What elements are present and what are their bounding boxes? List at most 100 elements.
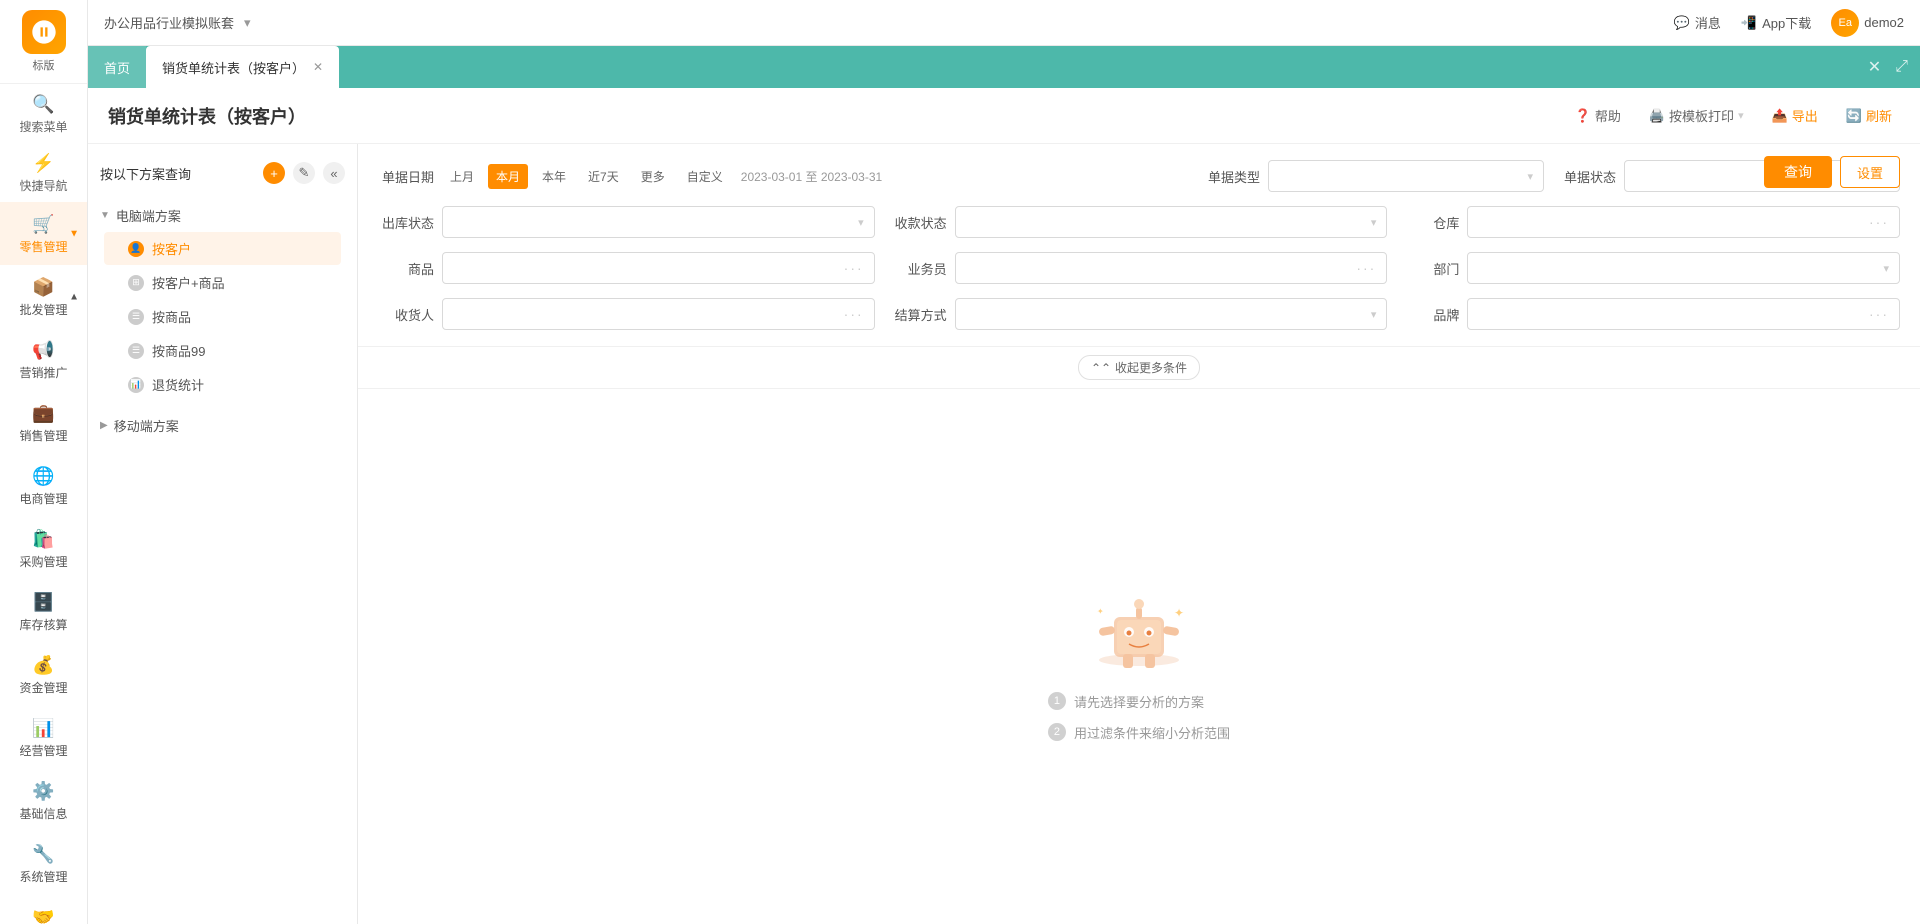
filter-item-department: 部门 ▾ xyxy=(1403,252,1900,284)
receiver-dots-icon: ··· xyxy=(844,306,864,322)
marketing-label: 营销推广 xyxy=(19,364,67,381)
collapse-button[interactable]: ⌃⌃ 收起更多条件 xyxy=(1078,355,1200,380)
goods-control[interactable]: ··· xyxy=(442,252,875,284)
tree-item-goods99[interactable]: ☰ 按商品99 xyxy=(104,334,341,367)
department-control[interactable]: ▾ xyxy=(1467,252,1900,284)
wholesale-arrow-icon: ▲ xyxy=(69,291,79,302)
avatar-text: Ea xyxy=(1839,17,1852,29)
sidebar-item-marketing[interactable]: 📢 营销推广 xyxy=(0,328,87,391)
filter-area: 单据日期 上月 本月 本年 近7天 更多 自定义 2023-03-01 至 20… xyxy=(358,144,1920,347)
brand-control[interactable]: ··· xyxy=(1467,298,1900,330)
settings-button[interactable]: 设置 xyxy=(1840,156,1900,188)
sidebar-item-finance[interactable]: 💰 资金管理 xyxy=(0,643,87,706)
sidebar-item-cooperation[interactable]: 🤝 企业协同 xyxy=(0,895,87,924)
tree-group-mobile-header[interactable]: ▶ 移动端方案 xyxy=(100,410,345,441)
cooperation-icon: 🤝 xyxy=(32,907,54,924)
add-scheme-button[interactable]: + xyxy=(263,162,285,184)
page-title: 销货单统计表（按客户） xyxy=(108,103,306,129)
goods-label: 按商品 xyxy=(152,307,191,326)
panel-header: 按以下方案查询 + ✎ « xyxy=(88,154,357,192)
date-btn-custom[interactable]: 自定义 xyxy=(679,164,731,189)
receiver-control[interactable]: ··· xyxy=(442,298,875,330)
finance-label: 资金管理 xyxy=(19,679,67,696)
returns-label: 退货统计 xyxy=(152,375,204,394)
maximize-window-button[interactable]: ⤢ xyxy=(1891,53,1912,81)
salesman-control[interactable]: ··· xyxy=(955,252,1388,284)
filter-item-goods: 商品 ··· xyxy=(378,252,875,284)
panel-title: 按以下方案查询 xyxy=(100,164,255,183)
tree-group-mobile-label: 移动端方案 xyxy=(114,416,179,435)
app-download-button[interactable]: 📲 App下载 xyxy=(1741,13,1811,32)
tree-item-customer[interactable]: 👤 按客户 xyxy=(104,232,341,265)
filter-item-order-type: 单据类型 ▾ xyxy=(1204,160,1544,192)
finance-icon: 💰 xyxy=(32,655,54,676)
date-btn-thisyear[interactable]: 本年 xyxy=(534,164,574,189)
message-button[interactable]: 💬 消息 xyxy=(1674,13,1721,32)
message-icon: 💬 xyxy=(1674,15,1690,31)
empty-tip-2: 2 用过滤条件来缩小分析范围 xyxy=(1048,723,1230,742)
sidebar-search-nav[interactable]: 🔍 搜索菜单 xyxy=(0,84,87,143)
settle-control[interactable]: ▾ xyxy=(955,298,1388,330)
export-button[interactable]: 📤 导出 xyxy=(1764,102,1826,129)
tree-item-goods[interactable]: ☰ 按商品 xyxy=(104,300,341,333)
page-content: 销货单统计表（按客户） ❓ 帮助 🖨️ 按模板打印 ▾ 📤 导出 🔄 刷新 xyxy=(88,88,1920,924)
date-btn-lastmonth[interactable]: 上月 xyxy=(442,164,482,189)
sales-label: 销售管理 xyxy=(19,427,67,444)
date-btn-7days[interactable]: 近7天 xyxy=(580,164,627,189)
tree-group-pc: ▼ 电脑端方案 👤 按客户 ⊞ 按客户+商品 ☰ xyxy=(88,196,357,406)
date-btn-thismonth[interactable]: 本月 xyxy=(488,164,528,189)
query-button[interactable]: 查询 xyxy=(1764,156,1832,188)
sidebar-item-sales[interactable]: 💼 销售管理 xyxy=(0,391,87,454)
settle-label: 结算方式 xyxy=(891,305,947,324)
sidebar-item-basic[interactable]: ⚙️ 基础信息 xyxy=(0,769,87,832)
tree-expand-icon: ▼ xyxy=(100,210,110,221)
refresh-button[interactable]: 🔄 刷新 xyxy=(1838,102,1900,129)
sales-icon: 💼 xyxy=(32,403,54,424)
sidebar-item-operations[interactable]: 📊 经营管理 xyxy=(0,706,87,769)
help-button[interactable]: ❓ 帮助 xyxy=(1567,102,1629,129)
basic-label: 基础信息 xyxy=(19,805,67,822)
svg-text:✦: ✦ xyxy=(1097,607,1104,616)
collect-status-control[interactable]: ▾ xyxy=(955,206,1388,238)
industry-dropdown-icon[interactable]: ▾ xyxy=(244,15,251,31)
collapse-panel-button[interactable]: « xyxy=(323,162,345,184)
order-type-control[interactable]: ▾ xyxy=(1268,160,1544,192)
tree-section: ▼ 电脑端方案 👤 按客户 ⊞ 按客户+商品 ☰ xyxy=(88,192,357,449)
tree-item-returns[interactable]: 📊 退货统计 xyxy=(104,368,341,401)
sidebar-quicknav[interactable]: ⚡ 快捷导航 xyxy=(0,143,87,202)
date-btn-more[interactable]: 更多 xyxy=(633,164,673,189)
tab-home-label: 首页 xyxy=(104,58,130,77)
tree-group-pc-header[interactable]: ▼ 电脑端方案 xyxy=(100,200,345,231)
user-profile[interactable]: Ea demo2 xyxy=(1831,9,1904,37)
sidebar-item-system[interactable]: 🔧 系统管理 xyxy=(0,832,87,895)
tab-sales-stats[interactable]: 销货单统计表（按客户） ✕ xyxy=(146,46,339,88)
warehouse-control[interactable]: ··· xyxy=(1467,206,1900,238)
action-buttons: 查询 设置 xyxy=(1764,156,1900,188)
edit-scheme-button[interactable]: ✎ xyxy=(293,162,315,184)
sidebar-item-retail[interactable]: 🛒 零售管理 ▼ xyxy=(0,202,87,265)
sidebar-item-inventory[interactable]: 🗄️ 库存核算 xyxy=(0,580,87,643)
sidebar-item-wholesale[interactable]: 📦 批发管理 ▲ xyxy=(0,265,87,328)
filter-row-3: 商品 ··· 业务员 ··· xyxy=(378,252,1900,284)
print-button[interactable]: 🖨️ 按模板打印 ▾ xyxy=(1641,102,1752,129)
sidebar-menu: 🛒 零售管理 ▼ 📦 批发管理 ▲ 📢 营销推广 💼 销售管理 🌐 电商管理 🛍… xyxy=(0,202,87,924)
print-icon: 🖨️ xyxy=(1649,108,1665,124)
message-label: 消息 xyxy=(1695,13,1721,32)
out-status-control[interactable]: ▾ xyxy=(442,206,875,238)
warehouse-dots-icon: ··· xyxy=(1869,214,1889,230)
out-status-label: 出库状态 xyxy=(378,213,434,232)
inventory-icon: 🗄️ xyxy=(32,592,54,613)
tree-item-customer-goods[interactable]: ⊞ 按客户+商品 xyxy=(104,266,341,299)
filter-row-2: 出库状态 ▾ 收款状态 ▾ xyxy=(378,206,1900,238)
close-window-button[interactable]: ✕ xyxy=(1864,53,1885,81)
empty-illustration: ✦ ✦ xyxy=(1079,572,1199,672)
empty-tip-1: 1 请先选择要分析的方案 xyxy=(1048,692,1230,711)
filter-row-1: 单据日期 上月 本月 本年 近7天 更多 自定义 2023-03-01 至 20… xyxy=(378,160,1900,192)
export-icon: 📤 xyxy=(1772,108,1788,124)
sidebar-item-ecommerce[interactable]: 🌐 电商管理 xyxy=(0,454,87,517)
tab-home[interactable]: 首页 xyxy=(88,46,146,88)
sidebar-item-purchase[interactable]: 🛍️ 采购管理 xyxy=(0,517,87,580)
tab-close-icon[interactable]: ✕ xyxy=(313,60,323,74)
purchase-icon: 🛍️ xyxy=(32,529,54,550)
avatar: Ea xyxy=(1831,9,1859,37)
